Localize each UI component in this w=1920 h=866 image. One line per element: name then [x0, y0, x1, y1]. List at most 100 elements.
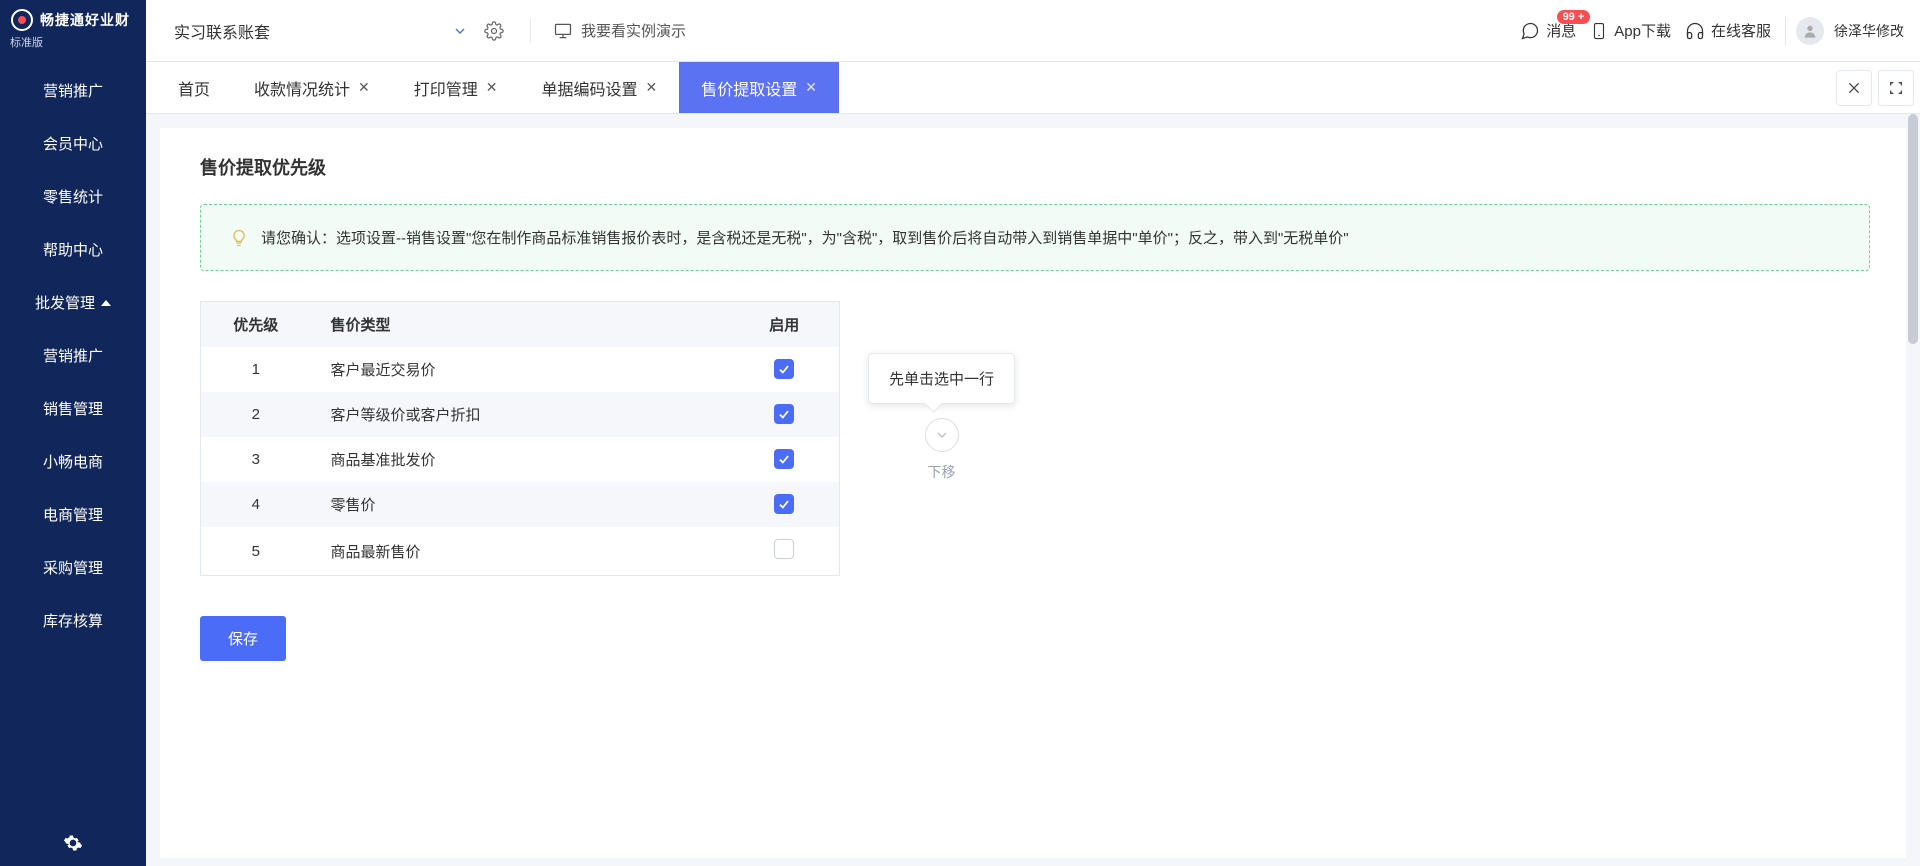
cell-type: 客户最近交易价: [311, 347, 730, 392]
online-service-button[interactable]: 在线客服: [1685, 20, 1771, 41]
headset-icon: [1685, 21, 1705, 41]
table-row[interactable]: 4 零售价: [201, 482, 840, 527]
close-icon[interactable]: ✕: [486, 79, 498, 96]
lightbulb-icon: [229, 228, 249, 248]
cell-type: 商品基准批发价: [311, 437, 730, 482]
brand-logo-icon: [10, 8, 34, 32]
enable-checkbox[interactable]: [774, 539, 794, 559]
fullscreen-icon: [1888, 80, 1904, 96]
account-name: 实习联系账套: [166, 19, 442, 43]
tabs-actions: [1836, 62, 1920, 113]
user-icon: [1802, 23, 1818, 39]
gear-icon: [63, 833, 83, 853]
separator: [530, 19, 531, 43]
save-button[interactable]: 保存: [200, 616, 286, 661]
messages-badge: 99 +: [1557, 10, 1591, 24]
gear-icon: [484, 21, 504, 41]
col-priority: 优先级: [201, 302, 311, 348]
close-icon[interactable]: ✕: [358, 79, 370, 96]
cell-priority: 5: [201, 527, 311, 576]
tab-label: 首页: [178, 76, 210, 100]
presentation-icon: [553, 21, 573, 41]
tooltip: 先单击选中一行: [868, 353, 1015, 404]
user-menu[interactable]: 徐泽华修改: [1785, 17, 1904, 45]
close-all-tabs-button[interactable]: [1836, 70, 1872, 106]
main: 实习联系账套 我要看实例演示 消息 99 + App下载: [146, 0, 1920, 866]
close-icon[interactable]: ✕: [805, 79, 817, 96]
topbar-right: 消息 99 + App下载 在线客服 徐泽华修改: [1520, 17, 1904, 45]
cell-priority: 4: [201, 482, 311, 527]
sidebar-item-retail-stats[interactable]: 零售统计: [0, 170, 146, 223]
move-controls: 先单击选中一行 下移: [868, 353, 1015, 482]
tab-label: 单据编码设置: [542, 76, 638, 100]
sidebar-item-label: 批发管理: [35, 292, 95, 313]
enable-checkbox[interactable]: [774, 404, 794, 424]
content-wrap: 售价提取优先级 请您确认：选项设置--销售设置"您在制作商品标准销售报价表时，是…: [146, 114, 1920, 866]
demo-label: 我要看实例演示: [581, 20, 686, 41]
enable-checkbox[interactable]: [774, 494, 794, 514]
messages-button[interactable]: 消息 99 +: [1520, 20, 1576, 41]
settings-button[interactable]: [63, 833, 83, 856]
cell-priority: 2: [201, 392, 311, 437]
sidebar-item-ecommerce[interactable]: 电商管理: [0, 488, 146, 541]
tip-text: 请您确认：选项设置--销售设置"您在制作商品标准销售报价表时，是含税还是无税"，…: [261, 227, 1349, 248]
sidebar-item-wholesale[interactable]: 批发管理: [0, 276, 146, 329]
service-label: 在线客服: [1711, 20, 1771, 41]
enable-checkbox[interactable]: [774, 449, 794, 469]
tab-print-manage[interactable]: 打印管理 ✕: [392, 62, 520, 113]
side-menu: 营销推广 会员中心 零售统计 帮助中心 批发管理 营销推广 销售管理 小畅电商 …: [0, 60, 146, 866]
tab-price-extract[interactable]: 售价提取设置 ✕: [679, 62, 839, 113]
col-enable: 启用: [730, 302, 840, 348]
tab-doc-coding[interactable]: 单据编码设置 ✕: [520, 62, 680, 113]
price-area: 优先级 售价类型 启用 1 客户最近交易价: [200, 301, 1870, 576]
fullscreen-button[interactable]: [1878, 70, 1914, 106]
sidebar-item-purchase[interactable]: 采购管理: [0, 541, 146, 594]
tab-label: 售价提取设置: [701, 76, 797, 100]
cell-type: 客户等级价或客户折扣: [311, 392, 730, 437]
caret-up-icon: [101, 300, 111, 306]
tip-box: 请您确认：选项设置--销售设置"您在制作商品标准销售报价表时，是含税还是无税"，…: [200, 204, 1870, 271]
sidebar-item-sales[interactable]: 销售管理: [0, 382, 146, 435]
account-selector[interactable]: 实习联系账套: [162, 13, 472, 49]
content-card: 售价提取优先级 请您确认：选项设置--销售设置"您在制作商品标准销售报价表时，是…: [160, 128, 1910, 858]
check-icon: [777, 362, 791, 376]
check-icon: [777, 452, 791, 466]
scrollbar[interactable]: [1906, 114, 1920, 866]
move-down-label: 下移: [928, 462, 956, 482]
table-row[interactable]: 5 商品最新售价: [201, 527, 840, 576]
move-down-button[interactable]: [925, 418, 959, 452]
close-icon[interactable]: ✕: [646, 79, 658, 96]
check-icon: [777, 407, 791, 421]
table-row[interactable]: 3 商品基准批发价: [201, 437, 840, 482]
tab-home[interactable]: 首页: [156, 62, 232, 113]
avatar: [1796, 17, 1824, 45]
tab-label: 收款情况统计: [254, 76, 350, 100]
message-icon: [1520, 21, 1540, 41]
cell-priority: 1: [201, 347, 311, 392]
sidebar-item-member[interactable]: 会员中心: [0, 117, 146, 170]
sidebar-item-help[interactable]: 帮助中心: [0, 223, 146, 276]
sidebar-item-marketing[interactable]: 营销推广: [0, 64, 146, 117]
cell-type: 零售价: [311, 482, 730, 527]
demo-link[interactable]: 我要看实例演示: [553, 20, 686, 41]
table-row[interactable]: 1 客户最近交易价: [201, 347, 840, 392]
check-icon: [777, 497, 791, 511]
sidebar-item-xiaochang[interactable]: 小畅电商: [0, 435, 146, 488]
tab-receipt-stats[interactable]: 收款情况统计 ✕: [232, 62, 392, 113]
sidebar-item-inventory[interactable]: 库存核算: [0, 594, 146, 647]
brand-name: 畅捷通好业财: [40, 10, 130, 30]
sidebar-item-marketing2[interactable]: 营销推广: [0, 329, 146, 382]
scrollbar-thumb[interactable]: [1908, 114, 1918, 344]
mobile-icon: [1590, 21, 1608, 41]
table-row[interactable]: 2 客户等级价或客户折扣: [201, 392, 840, 437]
topbar: 实习联系账套 我要看实例演示 消息 99 + App下载: [146, 0, 1920, 62]
app-download-button[interactable]: App下载: [1590, 20, 1671, 41]
cell-type: 商品最新售价: [311, 527, 730, 576]
close-icon: [1846, 80, 1862, 96]
tab-label: 打印管理: [414, 76, 478, 100]
download-label: App下载: [1614, 20, 1671, 41]
enable-checkbox[interactable]: [774, 359, 794, 379]
col-type: 售价类型: [311, 302, 730, 348]
account-settings-button[interactable]: [480, 17, 508, 45]
chevron-down-icon: [934, 427, 950, 443]
